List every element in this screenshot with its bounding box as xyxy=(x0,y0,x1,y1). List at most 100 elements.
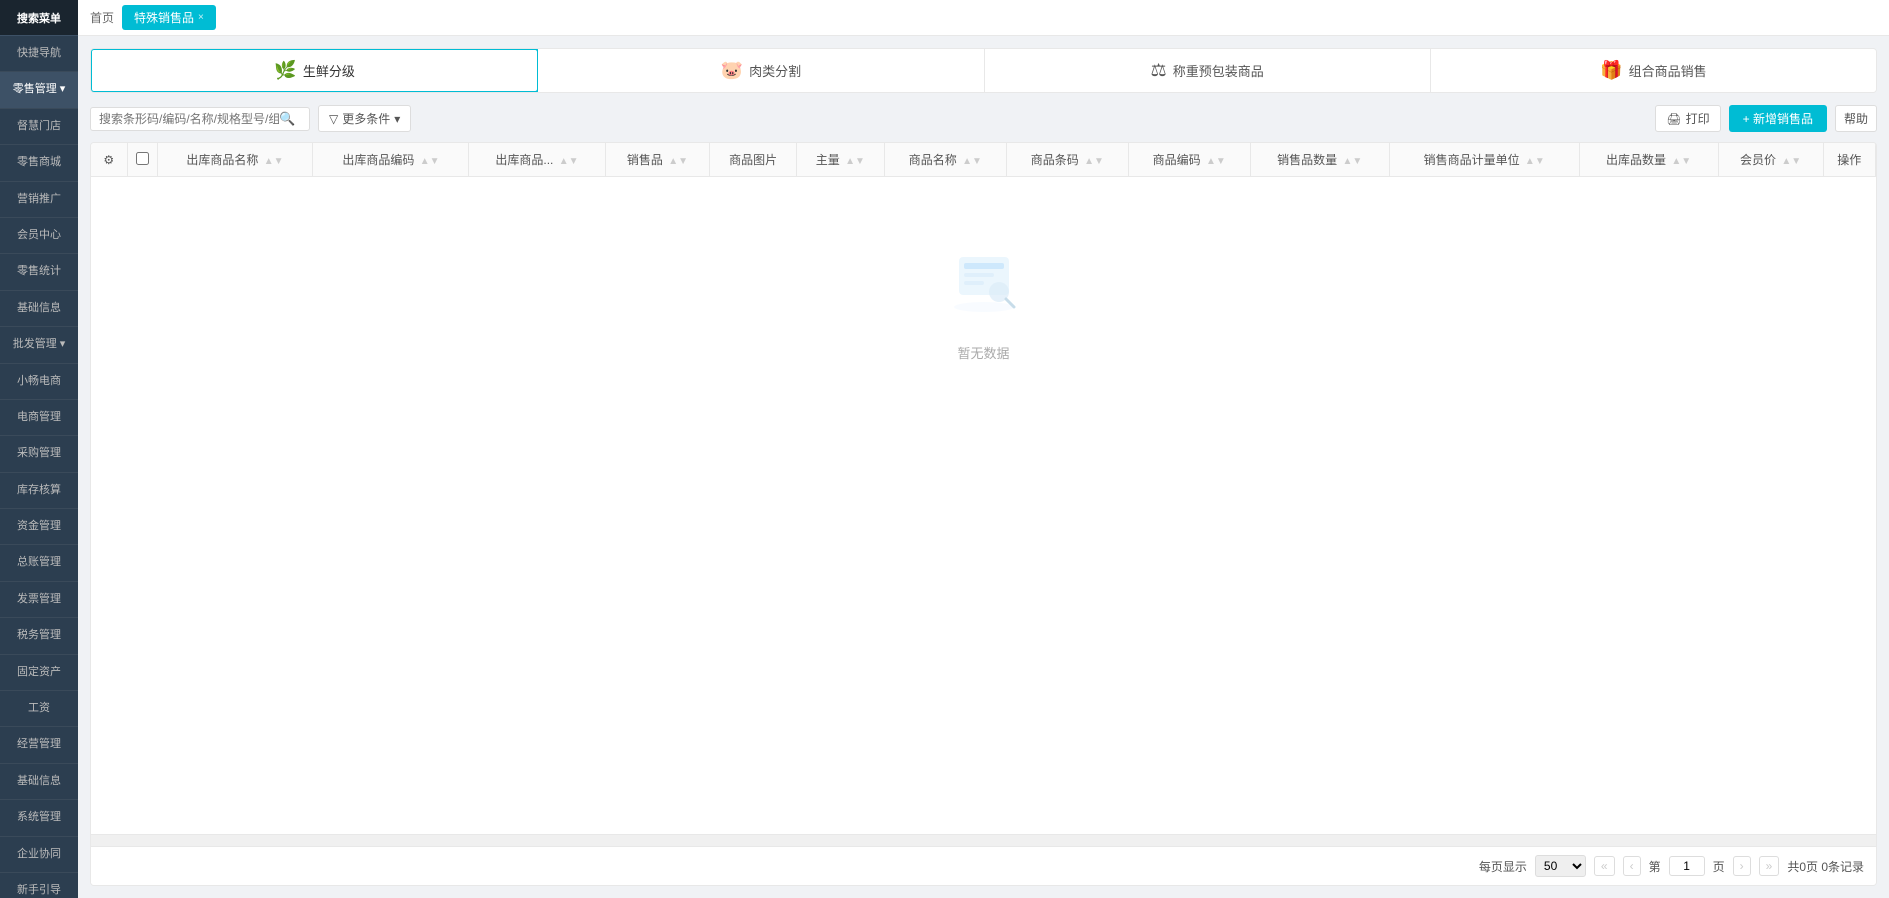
sidebar-item-smart-store[interactable]: 督慧门店 xyxy=(0,109,78,145)
filter-icon: ▽ xyxy=(329,112,338,126)
sort-arrows-member-price: ▲▼ xyxy=(1781,157,1801,167)
sort-arrows-barcode: ▲▼ xyxy=(1084,157,1104,167)
horizontal-scrollbar[interactable] xyxy=(91,834,1876,846)
data-table: ⚙ 出库商品名称 ▲▼ 出库商品编码 ▲▼ xyxy=(91,143,1876,177)
active-tab[interactable]: 特殊销售品 × xyxy=(122,5,216,30)
sidebar-item-basic-info-1[interactable]: 基础信息 xyxy=(0,291,78,327)
last-page-button[interactable]: » xyxy=(1759,856,1780,876)
sidebar-item-ecommerce-mgmt[interactable]: 电商管理 xyxy=(0,400,78,436)
sidebar-item-member[interactable]: 会员中心 xyxy=(0,218,78,254)
add-sale-item-button[interactable]: + 新增销售品 xyxy=(1729,105,1827,132)
first-page-button[interactable]: « xyxy=(1594,856,1615,876)
combo-icon: 🎁 xyxy=(1600,60,1622,81)
prev-page-button[interactable]: ‹ xyxy=(1623,856,1641,876)
sidebar-item-inventory[interactable]: 库存核算 xyxy=(0,473,78,509)
col-name[interactable]: 商品名称 ▲▼ xyxy=(884,143,1006,177)
sidebar-item-general-ledger[interactable]: 总账管理 xyxy=(0,545,78,581)
chevron-down-icon: ▾ xyxy=(60,338,66,350)
col-sale-item[interactable]: 销售品 ▲▼ xyxy=(605,143,710,177)
sidebar-logo[interactable]: 搜索菜单 xyxy=(0,0,78,36)
subtab-fresh-grade[interactable]: 🌿 生鲜分级 xyxy=(90,48,539,93)
sidebar-item-purchase-mgmt[interactable]: 采购管理 xyxy=(0,436,78,472)
toolbar-right: 🖨 打印 + 新增销售品 帮助 xyxy=(1655,105,1877,132)
page-input[interactable] xyxy=(1669,856,1705,876)
search-input[interactable] xyxy=(99,112,279,126)
fresh-grade-icon: 🌿 xyxy=(274,60,296,81)
sidebar-item-salary[interactable]: 工资 xyxy=(0,691,78,727)
pagination: 每页显示 50 10 20 100 « ‹ 第 页 › » 共0页 0条记录 xyxy=(91,846,1876,885)
sidebar-item-invoice-mgmt[interactable]: 发票管理 xyxy=(0,582,78,618)
chevron-down-icon: ▾ xyxy=(60,83,66,95)
page-label: 第 xyxy=(1649,858,1661,875)
weigh-icon: ⚖ xyxy=(1151,60,1167,81)
col-image: 商品图片 xyxy=(710,143,796,177)
empty-icon xyxy=(944,237,1024,331)
sort-arrows-name: ▲▼ xyxy=(962,157,982,167)
topbar: 首页 特殊销售品 × xyxy=(78,0,1889,36)
col-sale-qty[interactable]: 销售品数量 ▲▼ xyxy=(1250,143,1389,177)
col-out-name[interactable]: 出库商品名称 ▲▼ xyxy=(157,143,313,177)
sidebar-item-operations-mgmt[interactable]: 经营管理 xyxy=(0,727,78,763)
sidebar: 搜索菜单 快捷导航 零售管理 ▾ 督慧门店 零售商城 营销推广 会员中心 零售统… xyxy=(0,0,78,898)
sidebar-item-marketing[interactable]: 营销推广 xyxy=(0,182,78,218)
col-checkbox[interactable] xyxy=(127,143,157,177)
table-scroll[interactable]: ⚙ 出库商品名称 ▲▼ 出库商品编码 ▲▼ xyxy=(91,143,1876,834)
sidebar-item-enterprise-collab[interactable]: 企业协同 xyxy=(0,837,78,873)
search-box[interactable]: 🔍 xyxy=(90,107,310,131)
total-info: 共0页 0条记录 xyxy=(1787,858,1864,875)
sort-arrows-code: ▲▼ xyxy=(1206,157,1226,167)
sort-arrows-out-code: ▲▼ xyxy=(420,157,440,167)
toolbar-left: 🔍 ▽ 更多条件 ▾ xyxy=(90,105,411,132)
select-all-checkbox[interactable] xyxy=(136,152,149,165)
sidebar-item-fixed-assets[interactable]: 固定资产 xyxy=(0,655,78,691)
sort-arrows-out-extra: ▲▼ xyxy=(559,157,579,167)
col-main-qty[interactable]: 主量 ▲▼ xyxy=(796,143,884,177)
col-unit[interactable]: 销售商品计量单位 ▲▼ xyxy=(1389,143,1579,177)
main-content: 首页 特殊销售品 × 🌿 生鲜分级 🐷 肉类分割 ⚖ 称重预包装商品 🎁 组合商… xyxy=(78,0,1889,898)
sidebar-item-quick-nav[interactable]: 快捷导航 xyxy=(0,36,78,72)
subtab-combo-sales[interactable]: 🎁 组合商品销售 xyxy=(1431,49,1876,92)
sort-arrows-sale-item: ▲▼ xyxy=(668,157,688,167)
sidebar-item-finance[interactable]: 资金管理 xyxy=(0,509,78,545)
sort-arrows-main-qty: ▲▼ xyxy=(845,157,865,167)
filter-arrow-icon: ▾ xyxy=(394,112,400,126)
sort-arrows-sale-qty: ▲▼ xyxy=(1342,157,1362,167)
sidebar-item-system-mgmt[interactable]: 系统管理 xyxy=(0,800,78,836)
tab-close-icon[interactable]: × xyxy=(198,12,204,23)
help-button[interactable]: 帮助 xyxy=(1835,105,1877,132)
print-button[interactable]: 🖨 打印 xyxy=(1655,105,1720,132)
sort-arrows-out-qty: ▲▼ xyxy=(1671,157,1691,167)
col-code[interactable]: 商品编码 ▲▼ xyxy=(1128,143,1250,177)
subtab-meat-cut[interactable]: 🐷 肉类分割 xyxy=(538,49,984,92)
home-link[interactable]: 首页 xyxy=(90,9,114,26)
subtab-weigh-prepack[interactable]: ⚖ 称重预包装商品 xyxy=(985,49,1431,92)
table-container: ⚙ 出库商品名称 ▲▼ 出库商品编码 ▲▼ xyxy=(90,142,1877,886)
col-out-qty[interactable]: 出库品数量 ▲▼ xyxy=(1579,143,1718,177)
sidebar-item-wholesale-mgmt[interactable]: 批发管理 ▾ xyxy=(0,327,78,363)
print-icon: 🖨 xyxy=(1666,112,1681,126)
meat-cut-icon: 🐷 xyxy=(721,60,743,81)
sidebar-item-retail-mall[interactable]: 零售商城 xyxy=(0,145,78,181)
col-out-extra[interactable]: 出库商品... ▲▼ xyxy=(469,143,605,177)
col-action: 操作 xyxy=(1823,143,1875,177)
page-size-label: 每页显示 xyxy=(1479,858,1527,875)
col-barcode[interactable]: 商品条码 ▲▼ xyxy=(1006,143,1128,177)
col-out-code[interactable]: 出库商品编码 ▲▼ xyxy=(313,143,469,177)
empty-state: 暂无数据 xyxy=(91,177,1876,422)
empty-text: 暂无数据 xyxy=(957,343,1009,362)
sidebar-item-tax-mgmt[interactable]: 税务管理 xyxy=(0,618,78,654)
sidebar-item-basic-info-2[interactable]: 基础信息 xyxy=(0,764,78,800)
sidebar-item-retail-stats[interactable]: 零售统计 xyxy=(0,254,78,290)
filter-button[interactable]: ▽ 更多条件 ▾ xyxy=(318,105,411,132)
sort-arrows-out-name: ▲▼ xyxy=(264,157,284,167)
gear-icon: ⚙ xyxy=(103,153,114,167)
sidebar-item-small-畅[interactable]: 小畅电商 xyxy=(0,364,78,400)
page-size-select[interactable]: 50 10 20 100 xyxy=(1535,855,1586,877)
sidebar-item-retail-mgmt[interactable]: 零售管理 ▾ xyxy=(0,72,78,108)
col-gear[interactable]: ⚙ xyxy=(91,143,127,177)
col-member-price[interactable]: 会员价 ▲▼ xyxy=(1718,143,1823,177)
sort-arrows-unit: ▲▼ xyxy=(1525,157,1545,167)
sidebar-item-newbie-guide[interactable]: 新手引导 xyxy=(0,873,78,898)
next-page-button[interactable]: › xyxy=(1733,856,1751,876)
search-icon[interactable]: 🔍 xyxy=(279,111,295,127)
